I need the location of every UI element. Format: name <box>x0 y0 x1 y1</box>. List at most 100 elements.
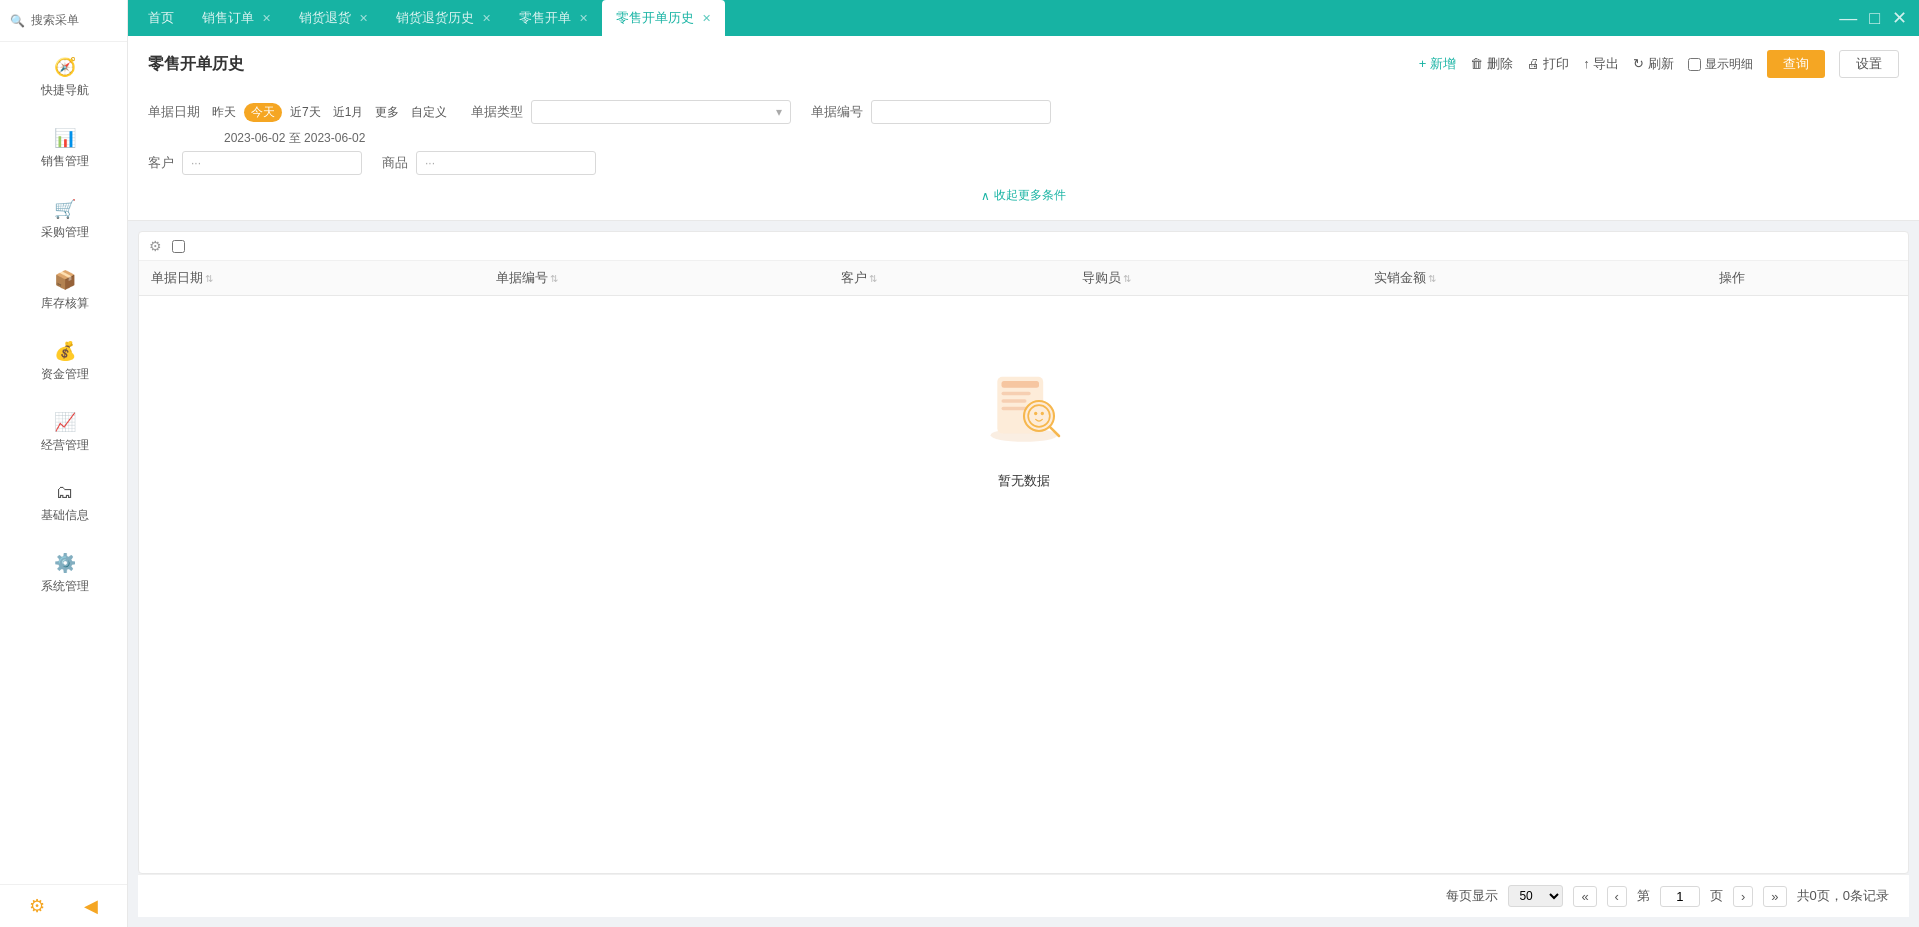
doc-type-label: 单据类型 <box>471 103 523 121</box>
per-page-label: 每页显示 <box>1446 887 1498 905</box>
date-filter: 单据日期 昨天今天近7天近1月更多自定义 <box>148 103 451 122</box>
collapse-more-btn[interactable]: ∧ 收起更多条件 <box>148 183 1899 212</box>
tab-close-sales-return-history[interactable]: ✕ <box>482 12 491 25</box>
show-detail-checkbox-label[interactable]: 显示明细 <box>1688 56 1753 73</box>
svg-rect-3 <box>1001 392 1030 395</box>
sys-mgmt-label: 系统管理 <box>41 578 89 595</box>
tab-sales-return-history[interactable]: 销货退货历史✕ <box>382 0 505 36</box>
sidebar-item-sys-mgmt[interactable]: ⚙️系统管理 <box>0 538 127 609</box>
tab-sales-order[interactable]: 销售订单✕ <box>188 0 285 36</box>
per-page-select[interactable]: 102050100 <box>1508 885 1563 907</box>
page-title: 零售开单历史 <box>148 54 244 75</box>
date-filter-label: 单据日期 <box>148 103 200 121</box>
svg-rect-4 <box>1001 399 1026 402</box>
tab-label-retail-history: 零售开单历史 <box>616 9 694 27</box>
date-shortcut-更多[interactable]: 更多 <box>371 103 403 122</box>
next-page-btn[interactable]: › <box>1733 886 1753 907</box>
main-area: 首页销售订单✕销货退货✕销货退货历史✕零售开单✕零售开单历史✕ — □ ✕ 零售… <box>128 0 1919 927</box>
settings-footer-icon[interactable]: ⚙ <box>29 895 45 917</box>
first-page-btn[interactable]: « <box>1573 886 1596 907</box>
collapse-footer-icon[interactable]: ◀ <box>84 895 98 917</box>
customer-filter: 客户 ··· <box>148 151 362 175</box>
query-button[interactable]: 查询 <box>1767 50 1825 78</box>
col-salesperson[interactable]: 导购员⇅ <box>1070 261 1363 296</box>
tab-bar: 首页销售订单✕销货退货✕销货退货历史✕零售开单✕零售开单历史✕ — □ ✕ <box>128 0 1919 36</box>
filter-row-2: 客户 ··· 商品 ··· <box>148 151 1899 175</box>
sidebar-item-base-info[interactable]: 🗂基础信息 <box>0 468 127 538</box>
window-close[interactable]: ✕ <box>1892 7 1907 29</box>
total-info: 共0页，0条记录 <box>1797 887 1889 905</box>
table-settings-icon[interactable]: ⚙ <box>149 238 162 254</box>
date-shortcut-自定义[interactable]: 自定义 <box>407 103 451 122</box>
goods-input[interactable]: ··· <box>416 151 596 175</box>
goods-label: 商品 <box>382 154 408 172</box>
doc-no-label: 单据编号 <box>811 103 863 121</box>
sidebar-item-sales-mgmt[interactable]: 📊销售管理 <box>0 113 127 184</box>
sidebar-item-finance[interactable]: 💰资金管理 <box>0 326 127 397</box>
sidebar-search-label: 搜索采单 <box>31 12 79 29</box>
tab-home[interactable]: 首页 <box>134 0 188 36</box>
doc-type-select[interactable]: ▾ <box>531 100 791 124</box>
tab-sales-return[interactable]: 销货退货 ✕ <box>285 0 382 36</box>
sidebar-search[interactable]: 🔍 搜索采单 <box>0 0 127 42</box>
customer-label: 客户 <box>148 154 174 172</box>
sidebar-nav: 🧭快捷导航📊销售管理🛒采购管理📦库存核算💰资金管理📈经营管理🗂基础信息⚙️系统管… <box>0 42 127 884</box>
date-shortcuts: 昨天今天近7天近1月更多自定义 <box>208 103 451 122</box>
search-icon: 🔍 <box>10 14 25 28</box>
sidebar-item-purchase-mgmt[interactable]: 🛒采购管理 <box>0 184 127 255</box>
sidebar-item-inventory[interactable]: 📦库存核算 <box>0 255 127 326</box>
page-label-before: 第 <box>1637 887 1650 905</box>
data-table: 单据日期⇅单据编号⇅客户⇅导购员⇅实销金额⇅操作 <box>139 261 1908 296</box>
doc-no-input[interactable] <box>871 100 1051 124</box>
date-shortcut-近1月[interactable]: 近1月 <box>329 103 368 122</box>
tab-close-sales-order[interactable]: ✕ <box>262 12 271 25</box>
sidebar-footer: ⚙ ◀ <box>0 884 127 927</box>
tab-label-sales-return: 销货退货 <box>299 9 351 27</box>
sales-mgmt-label: 销售管理 <box>41 153 89 170</box>
delete-button[interactable]: 🗑 删除 <box>1470 55 1513 73</box>
window-maximize[interactable]: □ <box>1869 8 1880 29</box>
content-area: 零售开单历史 + 新增 🗑 删除 🖨 打印 ↑ 导出 ↻ 刷新 显示明细 查询 … <box>128 36 1919 927</box>
print-button[interactable]: 🖨 打印 <box>1527 55 1570 73</box>
table-scroll[interactable]: 单据日期⇅单据编号⇅客户⇅导购员⇅实销金额⇅操作 <box>139 261 1908 873</box>
tab-close-retail-open[interactable]: ✕ <box>579 12 588 25</box>
operations-icon: 📈 <box>54 411 76 433</box>
doc-no-filter: 单据编号 <box>811 100 1051 124</box>
empty-text: 暂无数据 <box>998 472 1050 490</box>
table-toolbar: ⚙ <box>139 232 1908 261</box>
add-button[interactable]: + 新增 <box>1419 55 1456 73</box>
select-all-checkbox[interactable] <box>172 240 185 253</box>
col-action: 操作 <box>1707 261 1908 296</box>
col-customer[interactable]: 客户⇅ <box>829 261 1070 296</box>
date-shortcut-近7天[interactable]: 近7天 <box>286 103 325 122</box>
base-info-label: 基础信息 <box>41 507 89 524</box>
tab-retail-history[interactable]: 零售开单历史 ✕ <box>602 0 725 36</box>
date-shortcut-昨天[interactable]: 昨天 <box>208 103 240 122</box>
refresh-button[interactable]: ↻ 刷新 <box>1633 55 1674 73</box>
date-range-text: 2023-06-02 至 2023-06-02 <box>224 130 365 147</box>
window-minimize[interactable]: — <box>1839 8 1857 29</box>
inventory-icon: 📦 <box>54 269 76 291</box>
col-amount[interactable]: 实销金额⇅ <box>1362 261 1707 296</box>
quick-nav-label: 快捷导航 <box>41 82 89 99</box>
show-detail-checkbox[interactable] <box>1688 58 1701 71</box>
customer-input[interactable]: ··· <box>182 151 362 175</box>
sort-icon-date: ⇅ <box>205 273 213 284</box>
settings-button[interactable]: 设置 <box>1839 50 1899 78</box>
finance-label: 资金管理 <box>41 366 89 383</box>
tab-close-retail-history[interactable]: ✕ <box>702 12 711 25</box>
show-detail-label: 显示明细 <box>1705 56 1753 73</box>
col-doc_no[interactable]: 单据编号⇅ <box>484 261 829 296</box>
prev-page-btn[interactable]: ‹ <box>1607 886 1627 907</box>
tab-close-sales-return[interactable]: ✕ <box>359 12 368 25</box>
page-number-input[interactable] <box>1660 886 1700 907</box>
tab-retail-open[interactable]: 零售开单✕ <box>505 0 602 36</box>
sidebar-item-quick-nav[interactable]: 🧭快捷导航 <box>0 42 127 113</box>
purchase-mgmt-label: 采购管理 <box>41 224 89 241</box>
last-page-btn[interactable]: » <box>1763 886 1786 907</box>
col-date[interactable]: 单据日期⇅ <box>139 261 484 296</box>
sidebar-item-operations[interactable]: 📈经营管理 <box>0 397 127 468</box>
export-button[interactable]: ↑ 导出 <box>1583 55 1619 73</box>
date-shortcut-今天[interactable]: 今天 <box>244 103 282 122</box>
sort-icon-doc_no: ⇅ <box>550 273 558 284</box>
